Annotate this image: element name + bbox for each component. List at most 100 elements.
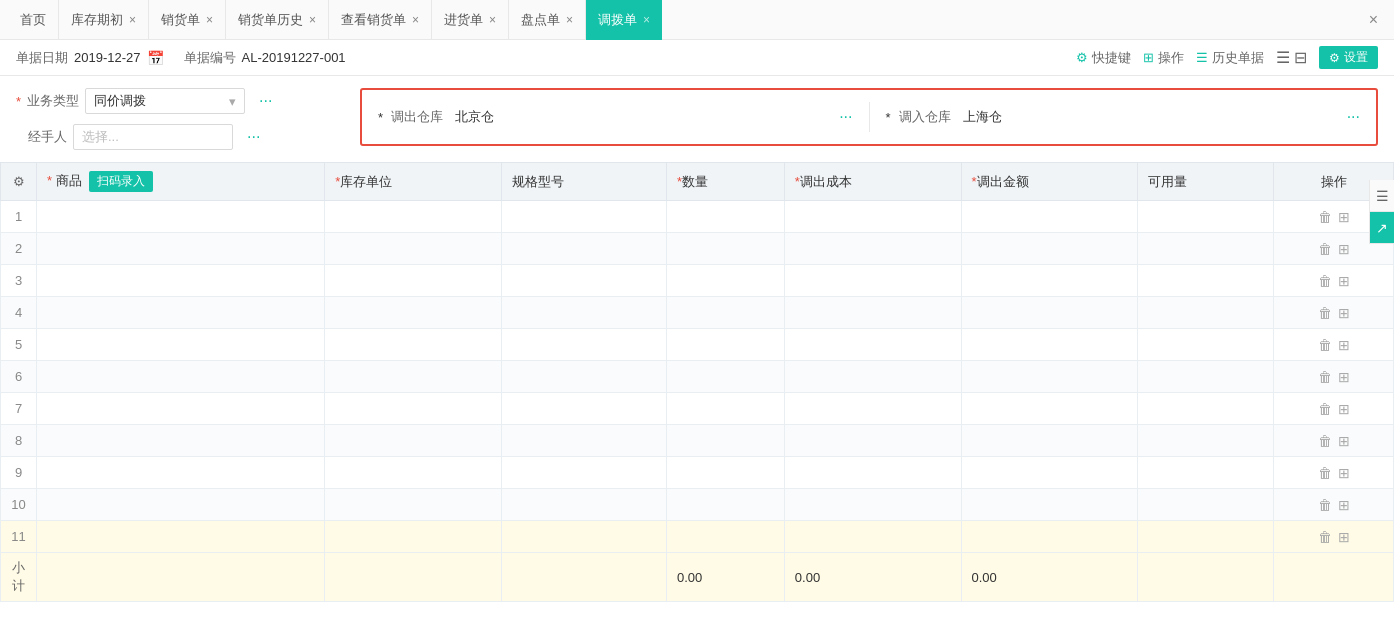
operator-select[interactable]: 选择...	[73, 124, 233, 150]
row-transfer-amount-10[interactable]	[961, 489, 1138, 521]
delete-icon-5[interactable]: 🗑	[1318, 337, 1332, 353]
row-product-8[interactable]	[37, 425, 325, 457]
row-transfer-amount-3[interactable]	[961, 265, 1138, 297]
row-spec-9[interactable]	[501, 457, 666, 489]
row-product-9[interactable]	[37, 457, 325, 489]
layout-icon-1[interactable]: ☰	[1276, 48, 1290, 67]
row-spec-5[interactable]	[501, 329, 666, 361]
row-quantity-9[interactable]	[667, 457, 785, 489]
shortcut-btn[interactable]: ⚙ 快捷键	[1076, 49, 1131, 67]
layout-icon-2[interactable]: ⊟	[1294, 48, 1307, 67]
row-transfer-cost-4[interactable]	[784, 297, 961, 329]
row-product-2[interactable]	[37, 233, 325, 265]
row-unit-6[interactable]	[325, 361, 502, 393]
delete-icon-8[interactable]: 🗑	[1318, 433, 1332, 449]
row-transfer-cost-7[interactable]	[784, 393, 961, 425]
window-close-button[interactable]: ×	[1361, 11, 1386, 29]
tab-inventory-init[interactable]: 库存期初 ×	[59, 0, 149, 40]
row-transfer-amount-4[interactable]	[961, 297, 1138, 329]
business-type-select[interactable]: 同价调拨 ▾	[85, 88, 245, 114]
tab-purchase-order[interactable]: 进货单 ×	[432, 0, 509, 40]
operator-more-btn[interactable]: ···	[247, 128, 260, 146]
delete-icon-11[interactable]: 🗑	[1318, 529, 1332, 545]
delete-icon-10[interactable]: 🗑	[1318, 497, 1332, 513]
row-unit-2[interactable]	[325, 233, 502, 265]
sidebar-list-icon-btn[interactable]: ☰	[1370, 180, 1394, 212]
warehouse-in-more-btn[interactable]: ···	[1347, 108, 1360, 126]
tab-sales-order-close[interactable]: ×	[206, 13, 213, 27]
setting-button[interactable]: ⚙ 设置	[1319, 46, 1378, 69]
row-product-10[interactable]	[37, 489, 325, 521]
row-transfer-amount-8[interactable]	[961, 425, 1138, 457]
tab-transfer-order-close[interactable]: ×	[643, 13, 650, 27]
row-unit-11[interactable]	[325, 521, 502, 553]
row-spec-3[interactable]	[501, 265, 666, 297]
row-product-4[interactable]	[37, 297, 325, 329]
copy-icon-11[interactable]: ⊞	[1338, 529, 1350, 545]
row-transfer-amount-9[interactable]	[961, 457, 1138, 489]
row-unit-10[interactable]	[325, 489, 502, 521]
row-transfer-amount-11[interactable]	[961, 521, 1138, 553]
row-transfer-cost-11[interactable]	[784, 521, 961, 553]
row-transfer-cost-5[interactable]	[784, 329, 961, 361]
row-unit-5[interactable]	[325, 329, 502, 361]
tab-view-sales[interactable]: 查看销货单 ×	[329, 0, 432, 40]
row-product-3[interactable]	[37, 265, 325, 297]
tab-home[interactable]: 首页	[8, 0, 59, 40]
tab-inventory-init-close[interactable]: ×	[129, 13, 136, 27]
copy-icon-6[interactable]: ⊞	[1338, 369, 1350, 385]
tab-inventory-count[interactable]: 盘点单 ×	[509, 0, 586, 40]
row-transfer-amount-7[interactable]	[961, 393, 1138, 425]
copy-icon-7[interactable]: ⊞	[1338, 401, 1350, 417]
row-transfer-cost-10[interactable]	[784, 489, 961, 521]
sidebar-expand-icon-btn[interactable]: ↗	[1370, 212, 1394, 244]
business-type-more-btn[interactable]: ···	[259, 92, 272, 110]
row-spec-11[interactable]	[501, 521, 666, 553]
row-unit-1[interactable]	[325, 201, 502, 233]
copy-icon-3[interactable]: ⊞	[1338, 273, 1350, 289]
row-quantity-3[interactable]	[667, 265, 785, 297]
row-product-11[interactable]	[37, 521, 325, 553]
operation-btn[interactable]: ⊞ 操作	[1143, 49, 1184, 67]
row-unit-8[interactable]	[325, 425, 502, 457]
row-quantity-11[interactable]	[667, 521, 785, 553]
calendar-icon[interactable]: 📅	[147, 50, 164, 66]
history-btn[interactable]: ☰ 历史单据	[1196, 49, 1264, 67]
row-transfer-amount-6[interactable]	[961, 361, 1138, 393]
copy-icon-2[interactable]: ⊞	[1338, 241, 1350, 257]
row-product-1[interactable]	[37, 201, 325, 233]
row-transfer-cost-8[interactable]	[784, 425, 961, 457]
delete-icon-7[interactable]: 🗑	[1318, 401, 1332, 417]
row-quantity-4[interactable]	[667, 297, 785, 329]
tab-view-sales-close[interactable]: ×	[412, 13, 419, 27]
row-product-5[interactable]	[37, 329, 325, 361]
row-unit-9[interactable]	[325, 457, 502, 489]
row-transfer-cost-2[interactable]	[784, 233, 961, 265]
row-quantity-1[interactable]	[667, 201, 785, 233]
row-product-6[interactable]	[37, 361, 325, 393]
delete-icon-4[interactable]: 🗑	[1318, 305, 1332, 321]
row-spec-1[interactable]	[501, 201, 666, 233]
tab-transfer-order[interactable]: 调拨单 ×	[586, 0, 662, 40]
delete-icon-6[interactable]: 🗑	[1318, 369, 1332, 385]
copy-icon-5[interactable]: ⊞	[1338, 337, 1350, 353]
row-transfer-cost-6[interactable]	[784, 361, 961, 393]
row-unit-7[interactable]	[325, 393, 502, 425]
row-quantity-2[interactable]	[667, 233, 785, 265]
row-transfer-amount-2[interactable]	[961, 233, 1138, 265]
row-spec-7[interactable]	[501, 393, 666, 425]
row-spec-10[interactable]	[501, 489, 666, 521]
row-spec-8[interactable]	[501, 425, 666, 457]
delete-icon-2[interactable]: 🗑	[1318, 241, 1332, 257]
copy-icon-1[interactable]: ⊞	[1338, 209, 1350, 225]
row-quantity-8[interactable]	[667, 425, 785, 457]
row-unit-4[interactable]	[325, 297, 502, 329]
row-quantity-10[interactable]	[667, 489, 785, 521]
row-transfer-cost-1[interactable]	[784, 201, 961, 233]
row-product-7[interactable]	[37, 393, 325, 425]
copy-icon-8[interactable]: ⊞	[1338, 433, 1350, 449]
copy-icon-9[interactable]: ⊞	[1338, 465, 1350, 481]
row-quantity-5[interactable]	[667, 329, 785, 361]
row-transfer-amount-5[interactable]	[961, 329, 1138, 361]
warehouse-out-more-btn[interactable]: ···	[839, 108, 852, 126]
